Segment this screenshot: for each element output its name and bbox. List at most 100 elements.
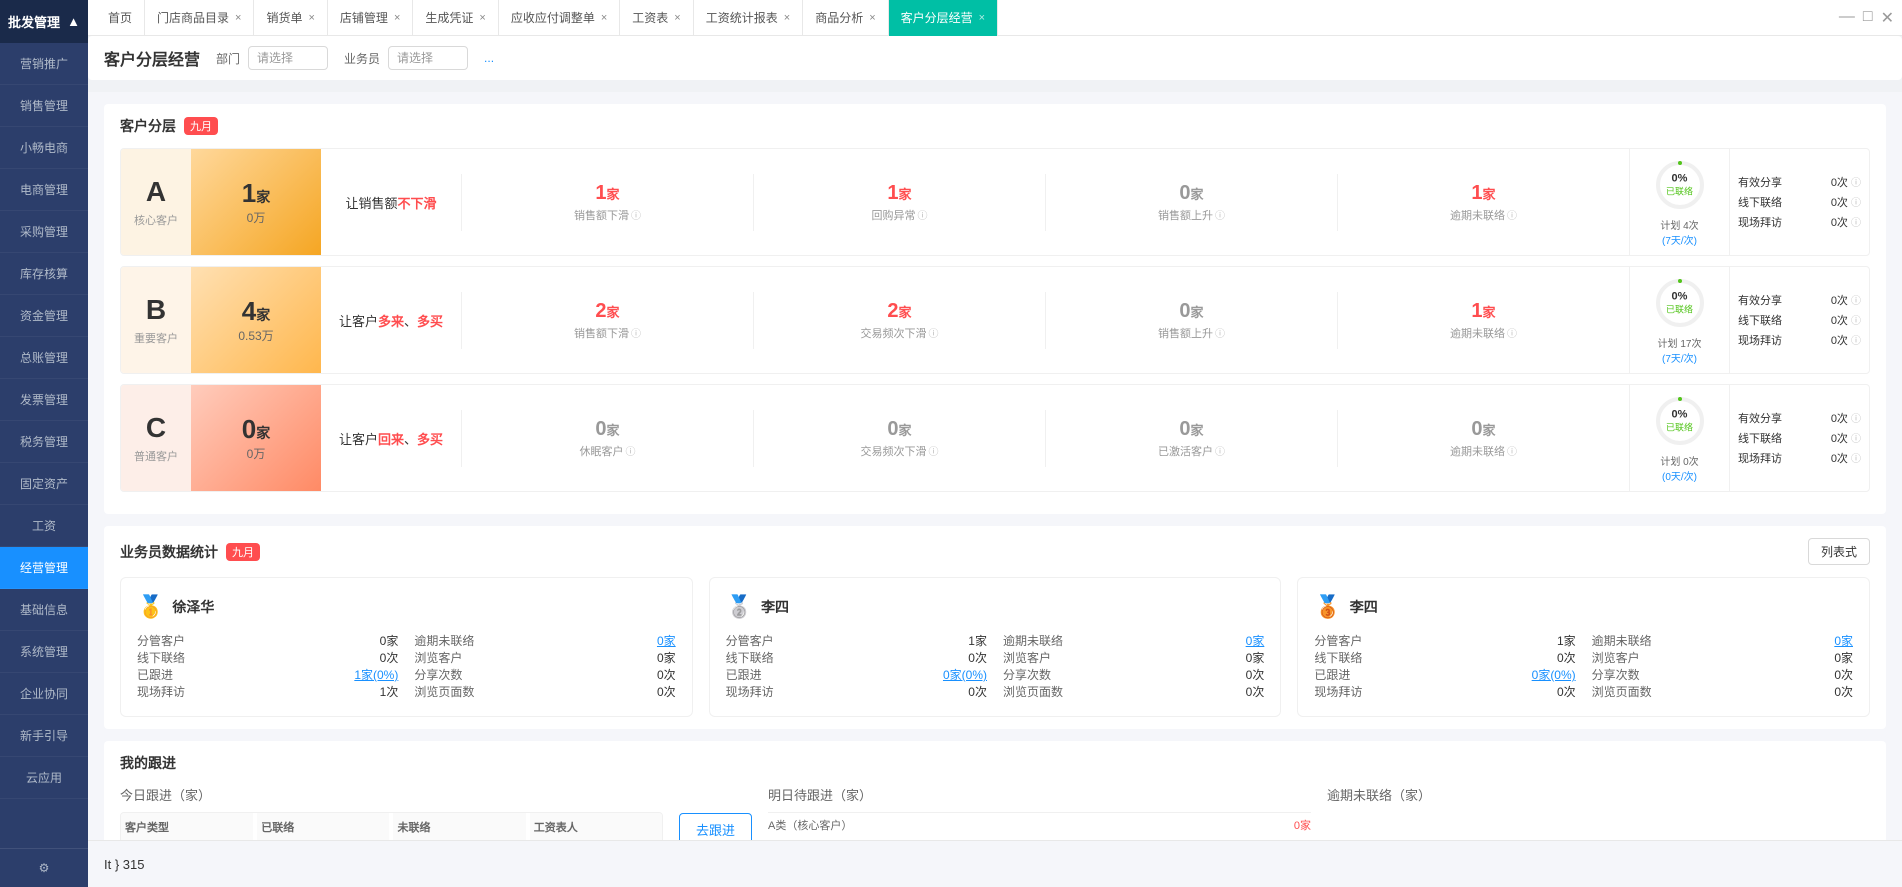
biz-row-label: 浏览客户 [1003, 649, 1051, 666]
biz-row-label: 已跟进 [726, 666, 762, 683]
sidebar-item-jichu[interactable]: 基础信息 [0, 589, 88, 631]
sidebar-item-jingying[interactable]: 经营管理 [0, 547, 88, 589]
sidebar-item-kucun[interactable]: 库存核算 [0, 253, 88, 295]
biz-row-val: 0次 [657, 683, 676, 700]
biz-row-label: 浏览客户 [414, 649, 462, 666]
tab-close-kehu[interactable]: × [979, 12, 985, 24]
window-minimize-icon[interactable]: — [1839, 8, 1855, 28]
biz-row-left-2-3: 现场拜访0次 [1314, 683, 1575, 700]
sidebar-collapse-icon[interactable]: ▲ [67, 14, 80, 29]
follow-col-linked: 已联络 [257, 813, 389, 840]
tab-gongzitongji[interactable]: 工资统计报表× [694, 0, 803, 36]
tab-close-yingshou[interactable]: × [601, 12, 607, 24]
biz-row-left-2-1: 线下联络0次 [1314, 649, 1575, 666]
biz-card-card3: 🥉李四分管客户1家线下联络0次已跟进0家(0%)现场拜访0次逾期未联络0家浏览客… [1297, 577, 1870, 717]
sidebar-item-xiaoshou[interactable]: 销售管理 [0, 85, 88, 127]
customer-section-header: 客户分层 九月 [120, 116, 1870, 136]
tab-home[interactable]: 首页 [96, 0, 145, 36]
follow-section: 我的跟进 今日跟进（家） 客户类型 已联络 未联络 工资表人 A类（核心客户） … [104, 741, 1886, 840]
sidebar-item-yun[interactable]: 云应用 [0, 757, 88, 799]
tab-close-shengcheng[interactable]: × [479, 12, 485, 24]
follow-title: 我的跟进 [120, 753, 176, 773]
list-view-button[interactable]: 列表式 [1808, 538, 1870, 565]
biz-grid-card2: 分管客户1家线下联络0次已跟进0家(0%)现场拜访0次逾期未联络0家浏览客户0家… [726, 632, 1265, 700]
today-follow-label: 今日跟进（家） [120, 785, 663, 804]
sidebar-item-shuiwu[interactable]: 税务管理 [0, 421, 88, 463]
biz-row-val: 0次 [1834, 666, 1853, 683]
goto-follow-button[interactable]: 去跟进 [679, 813, 752, 840]
tier-stat-a-0: 1家销售额下滑 ⓘ [461, 174, 753, 231]
sidebar-item-xinshou[interactable]: 新手引导 [0, 715, 88, 757]
biz-row-right-2-0: 逾期未联络0家 [1592, 632, 1853, 649]
customer-section: 客户分层 九月 A核心客户1家0万让销售额不下滑1家销售额下滑 ⓘ1家回购异常 … [104, 104, 1886, 514]
tomorrow-a-label: A类（核心客户） [768, 817, 852, 833]
dept-select[interactable]: 请选择 [248, 46, 328, 70]
tier-circle-c: 0% 已联络 计划 0次(0天/次) [1629, 385, 1729, 491]
tab-close-mendian[interactable]: × [235, 12, 241, 24]
biz-row-val: 0次 [1246, 666, 1265, 683]
tab-close-gongzibiao[interactable]: × [674, 12, 680, 24]
tier-right-row-1-2: 现场拜访0次 ⓘ [1738, 332, 1861, 348]
window-close-icon[interactable]: ✕ [1881, 8, 1894, 28]
tomorrow-follow-label: 明日待跟进（家） [768, 785, 1311, 804]
biz-row-val[interactable]: 0家 [657, 632, 676, 649]
sidebar-item-xiaodian[interactable]: 小畅电商 [0, 127, 88, 169]
tab-yingshou[interactable]: 应收应付调整单× [499, 0, 620, 36]
sidebar-item-zijin[interactable]: 资金管理 [0, 295, 88, 337]
biz-row-right-0-1: 浏览客户0家 [414, 649, 675, 666]
biz-row-val: 0次 [380, 649, 399, 666]
tier-action-a: 让销售额不下滑 [321, 149, 461, 255]
sidebar-top[interactable]: 批发管理 ▲ [0, 0, 88, 43]
tab-shangpin[interactable]: 商品分析× [803, 0, 888, 36]
biz-card-card2: 🥈李四分管客户1家线下联络0次已跟进0家(0%)现场拜访0次逾期未联络0家浏览客… [709, 577, 1282, 717]
biz-row-label: 逾期未联络 [414, 632, 474, 649]
filter-more[interactable]: ... [484, 51, 494, 65]
tier-count-b: 4家0.53万 [191, 267, 321, 373]
sidebar-item-fapiao[interactable]: 发票管理 [0, 379, 88, 421]
tier-stat-c-2: 0家已激活客户 ⓘ [1045, 410, 1337, 467]
sidebar-item-gudingzichan[interactable]: 固定资产 [0, 463, 88, 505]
biz-row-val[interactable]: 0家 [1246, 632, 1265, 649]
tab-kehu[interactable]: 客户分层经营× [889, 0, 998, 36]
biz-row-label: 分享次数 [414, 666, 462, 683]
tab-gongzibiao[interactable]: 工资表× [620, 0, 693, 36]
biz-row-right-0-2: 分享次数 0次 [414, 666, 675, 683]
tab-xiaohuo[interactable]: 销货单× [254, 0, 327, 36]
biz-row-label: 线下联络 [1314, 649, 1362, 666]
biz-row-val[interactable]: 0家 [1834, 632, 1853, 649]
biz-header: 业务员数据统计 九月 列表式 [120, 538, 1870, 565]
tab-close-xiaohuo[interactable]: × [308, 12, 314, 24]
sidebar-item-caigou[interactable]: 采购管理 [0, 211, 88, 253]
biz-row-val[interactable]: 1家(0%) [354, 666, 398, 683]
biz-row-label: 线下联络 [137, 649, 185, 666]
tier-stats-b: 2家销售额下滑 ⓘ2家交易频次下滑 ⓘ0家销售额上升 ⓘ1家逾期未联络 ⓘ [461, 267, 1629, 373]
tab-close-shangpin[interactable]: × [869, 12, 875, 24]
biz-row-val[interactable]: 0家(0%) [943, 666, 987, 683]
biz-card-header-card1: 🥇徐泽华 [137, 594, 676, 620]
biz-name-card1: 徐泽华 [172, 597, 214, 617]
sidebar-item-diangshang[interactable]: 电商管理 [0, 169, 88, 211]
sidebar-item-xitong[interactable]: 系统管理 [0, 631, 88, 673]
tab-shengcheng[interactable]: 生成凭证× [413, 0, 498, 36]
staff-select[interactable]: 请选择 [388, 46, 468, 70]
dept-filter: 部门 请选择 [216, 46, 328, 70]
tier-stat-a-2: 0家销售额上升 ⓘ [1045, 174, 1337, 231]
biz-row-val: 0家 [380, 632, 399, 649]
biz-row-val[interactable]: 0家(0%) [1532, 666, 1576, 683]
sidebar-item-yingxiao[interactable]: 营销推广 [0, 43, 88, 85]
tab-dianpu[interactable]: 店铺管理× [328, 0, 413, 36]
tab-mendian[interactable]: 门店商品目录× [145, 0, 254, 36]
tab-close-gongzitongji[interactable]: × [784, 12, 790, 24]
staff-label: 业务员 [344, 50, 380, 67]
tier-stat-c-3: 0家逾期未联络 ⓘ [1337, 410, 1629, 467]
sidebar-item-qiye[interactable]: 企业协同 [0, 673, 88, 715]
biz-row-val: 0次 [657, 666, 676, 683]
biz-col2-card1: 逾期未联络0家浏览客户0家分享次数0次浏览页面数0次 [414, 632, 675, 700]
sidebar-item-zhangzhang[interactable]: 总账管理 [0, 337, 88, 379]
sidebar-item-gongzi[interactable]: 工资 [0, 505, 88, 547]
biz-row-val: 0次 [1246, 683, 1265, 700]
tab-close-dianpu[interactable]: × [394, 12, 400, 24]
tier-stats-a: 1家销售额下滑 ⓘ1家回购异常 ⓘ0家销售额上升 ⓘ1家逾期未联络 ⓘ [461, 149, 1629, 255]
sidebar-settings[interactable]: ⚙ [0, 848, 88, 887]
window-maximize-icon[interactable]: □ [1863, 8, 1873, 28]
